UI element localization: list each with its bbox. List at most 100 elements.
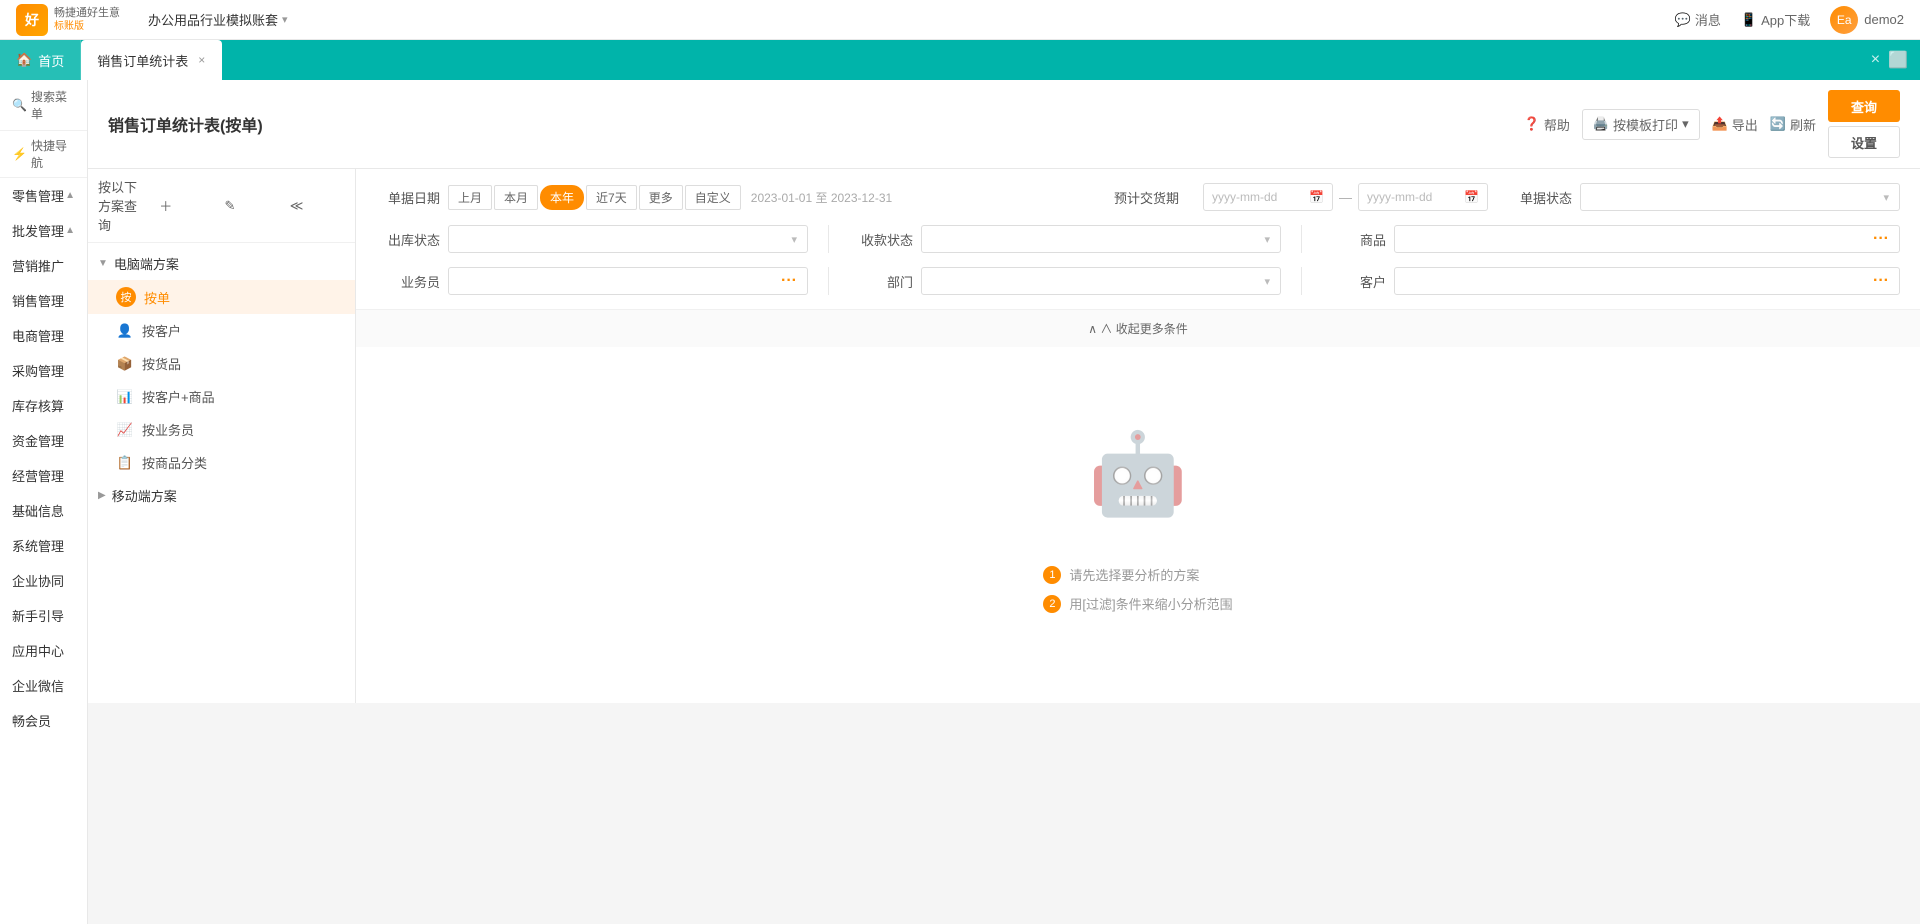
salesperson-select[interactable]: ··· (448, 267, 808, 295)
help-button[interactable]: ❓ 帮助 (1524, 115, 1570, 134)
workspace-selector[interactable]: 办公用品行业模拟账套 ▾ (148, 10, 288, 29)
edit-scheme-button[interactable]: ✎ (221, 196, 280, 216)
close-window-button[interactable]: × (1871, 51, 1880, 69)
collapse-icon: ∧ (1088, 322, 1097, 336)
pc-scheme-items: 按 按单 👤 按客户 📦 按货品 (88, 280, 355, 479)
print-chevron-icon: ▾ (1682, 116, 1689, 132)
settings-button[interactable]: 设置 (1828, 126, 1900, 158)
sidebar-item-operations[interactable]: 经营管理 (0, 458, 87, 493)
mobile-group-collapse-icon: ▶ (98, 490, 106, 501)
custom-button[interactable]: 自定义 (685, 185, 741, 210)
pc-scheme-group[interactable]: ▼ 电脑端方案 按 按单 👤 按客户 (88, 247, 355, 479)
collapse-bar[interactable]: ∧ ∧ 收起更多条件 (356, 309, 1920, 347)
sidebar-item-system[interactable]: 系统管理 (0, 528, 87, 563)
divider-1 (828, 225, 829, 253)
top-bar-right: 💬 消息 📱 App下载 Ea demo2 (1675, 6, 1904, 34)
top-bar-left: 好 畅捷通好生意 标账版 办公用品行业模拟账套 ▾ (16, 4, 288, 36)
avatar: Ea (1830, 6, 1858, 34)
export-button[interactable]: 📤 导出 (1712, 115, 1758, 134)
last-7-button[interactable]: 近7天 (586, 185, 637, 210)
tab-order-stats[interactable]: 销售订单统计表 × (81, 40, 222, 80)
add-scheme-button[interactable]: ＋ (155, 194, 214, 217)
scheme-toolbar: 按以下方案查询 ＋ ✎ ≪ (88, 169, 355, 243)
filter-row-date: 单据日期 上月 本月 本年 近7天 更多 自定义 2023-01-01 至 20… (376, 183, 1900, 211)
salesperson-more-icon[interactable]: ··· (781, 272, 797, 290)
sidebar-item-wholesale[interactable]: 批发管理 ▲ (0, 213, 87, 248)
refresh-icon: 🔄 (1770, 116, 1786, 132)
message-button[interactable]: 💬 消息 (1675, 10, 1721, 29)
single-status-chevron-icon: ▾ (1883, 191, 1889, 204)
workspace-chevron-icon: ▾ (282, 13, 288, 26)
header-actions: ❓ 帮助 🖨️ 按模板打印 ▾ 📤 导出 🔄 刷新 查询 (1524, 90, 1900, 158)
tip-1-icon: 1 (1043, 566, 1061, 584)
sidebar-item-finance[interactable]: 资金管理 (0, 423, 87, 458)
date-filter-content: 上月 本月 本年 近7天 更多 自定义 2023-01-01 至 2023-12… (448, 185, 1097, 210)
customer-select[interactable]: ··· (1394, 267, 1900, 295)
single-status-select[interactable]: ▾ (1580, 183, 1900, 211)
customer-more-icon[interactable]: ··· (1873, 272, 1889, 290)
expected-date-start[interactable]: yyyy-mm-dd 📅 (1203, 183, 1333, 211)
logo-icon: 好 (16, 4, 48, 36)
sidebar-item-sales[interactable]: 销售管理 (0, 283, 87, 318)
sidebar-item-new-guide[interactable]: 新手引导 (0, 598, 87, 633)
sidebar-item-ecommerce[interactable]: 电商管理 (0, 318, 87, 353)
sidebar-item-purchase[interactable]: 采购管理 (0, 353, 87, 388)
sidebar-item-search[interactable]: 🔍 搜索菜单 (0, 80, 87, 131)
scheme-panel: 按以下方案查询 ＋ ✎ ≪ ▼ 电脑端方案 按 按单 (88, 169, 356, 703)
collapse-scheme-button[interactable]: ≪ (286, 196, 345, 216)
receipt-status-label: 收款状态 (849, 230, 921, 249)
goods-more-icon[interactable]: ··· (1873, 230, 1889, 248)
print-button[interactable]: 🖨️ 按模板打印 ▾ (1582, 109, 1700, 140)
dept-select[interactable]: ▾ (921, 267, 1281, 295)
expected-date-end[interactable]: yyyy-mm-dd 📅 (1358, 183, 1488, 211)
scheme-item-by-cust-goods[interactable]: 📊 按客户+商品 (88, 380, 355, 413)
this-month-button[interactable]: 本月 (494, 185, 538, 210)
scheme-item-by-salesperson[interactable]: 📈 按业务员 (88, 413, 355, 446)
app-download-button[interactable]: 📱 App下载 (1741, 10, 1810, 29)
tab-bar: 🏠 首页 销售订单统计表 × × ⬜ (0, 40, 1920, 80)
out-status-label: 出库状态 (376, 230, 448, 249)
empty-state: 🤖 1 请先选择要分析的方案 2 用[过滤]条件来缩小分析范围 (356, 347, 1920, 703)
out-status-select[interactable]: ▾ (448, 225, 808, 253)
query-button[interactable]: 查询 (1828, 90, 1900, 122)
sidebar-item-quick-nav[interactable]: ⚡ 快捷导航 (0, 131, 87, 178)
sidebar-item-enterprise[interactable]: 企业协同 (0, 563, 87, 598)
empty-tip-1: 1 请先选择要分析的方案 (1043, 565, 1232, 584)
refresh-button[interactable]: 🔄 刷新 (1770, 115, 1816, 134)
sidebar-item-members[interactable]: 畅会员 (0, 703, 87, 738)
tab-close-icon[interactable]: × (198, 53, 205, 67)
cust-goods-scheme-icon: 📊 (116, 389, 134, 405)
date-quick-buttons: 上月 本月 本年 近7天 更多 自定义 (448, 185, 741, 210)
query-btn-group: 查询 设置 (1828, 90, 1900, 158)
sidebar-item-app-center[interactable]: 应用中心 (0, 633, 87, 668)
calendar-start-icon: 📅 (1309, 190, 1324, 204)
sidebar-item-marketing[interactable]: 营销推广 (0, 248, 87, 283)
sidebar-item-base-info[interactable]: 基础信息 (0, 493, 87, 528)
sidebar-item-inventory[interactable]: 库存核算 (0, 388, 87, 423)
tab-home[interactable]: 🏠 首页 (0, 40, 81, 80)
scheme-item-by-customer[interactable]: 👤 按客户 (88, 314, 355, 347)
maximize-window-button[interactable]: ⬜ (1888, 50, 1908, 70)
dept-chevron-icon: ▾ (1264, 275, 1270, 288)
logo-text: 畅捷通好生意 标账版 (54, 6, 120, 33)
page-title: 销售订单统计表(按单) (108, 112, 263, 136)
wholesale-arrow-icon: ▲ (65, 225, 75, 236)
user-area[interactable]: Ea demo2 (1830, 6, 1904, 34)
sidebar-item-retail[interactable]: 零售管理 ▲ (0, 178, 87, 213)
home-icon: 🏠 (16, 52, 32, 68)
receipt-status-select[interactable]: ▾ (921, 225, 1281, 253)
this-year-button[interactable]: 本年 (540, 185, 584, 210)
sidebar-item-enterprise-wx[interactable]: 企业微信 (0, 668, 87, 703)
more-button[interactable]: 更多 (639, 185, 683, 210)
scheme-item-by-order[interactable]: 按 按单 (88, 280, 355, 314)
scheme-item-by-goods-cat[interactable]: 📋 按商品分类 (88, 446, 355, 479)
goods-label: 商品 (1322, 230, 1394, 249)
prev-month-button[interactable]: 上月 (448, 185, 492, 210)
filter-row-status: 出库状态 ▾ 收款状态 ▾ 商品 (376, 225, 1900, 253)
mobile-scheme-group[interactable]: ▶ 移动端方案 (88, 479, 355, 512)
phone-icon: 📱 (1741, 12, 1757, 28)
logo-area: 好 畅捷通好生意 标账版 (16, 4, 120, 36)
scheme-item-by-goods[interactable]: 📦 按货品 (88, 347, 355, 380)
goods-select[interactable]: ··· (1394, 225, 1900, 253)
main-layout: 🔍 搜索菜单 ⚡ 快捷导航 零售管理 ▲ 批发管理 ▲ 营销推广 销售管理 电商… (0, 80, 1920, 924)
